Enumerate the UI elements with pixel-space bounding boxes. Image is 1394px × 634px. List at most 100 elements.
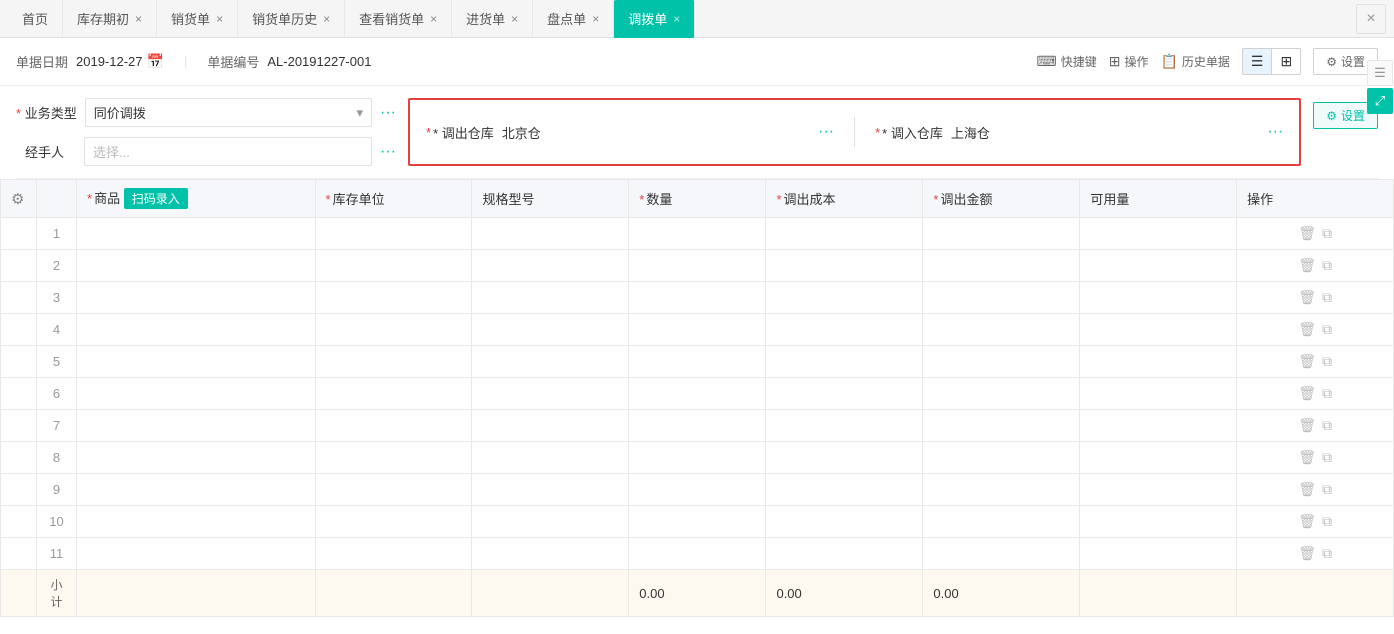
row-2-unit[interactable]	[315, 250, 472, 282]
tab-stock-close[interactable]: ×	[592, 12, 599, 26]
row-10-product[interactable]	[77, 506, 316, 538]
row-2-product[interactable]	[77, 250, 316, 282]
row-8-delete-icon[interactable]: 🗑	[1298, 449, 1316, 466]
row-10-cost[interactable]	[766, 506, 923, 538]
row-3-product[interactable]	[77, 282, 316, 314]
row-2-qty[interactable]	[629, 250, 766, 282]
row-1-delete-icon[interactable]: 🗑	[1298, 225, 1316, 242]
row-10-spec[interactable]	[472, 506, 629, 538]
row-10-unit[interactable]	[315, 506, 472, 538]
row-5-unit[interactable]	[315, 346, 472, 378]
tab-sales-close[interactable]: ×	[216, 12, 223, 26]
row-11-qty[interactable]	[629, 538, 766, 570]
tab-inventory-close[interactable]: ×	[135, 12, 142, 26]
row-10-amount[interactable]	[923, 506, 1080, 538]
tab-purchase-close[interactable]: ×	[511, 12, 518, 26]
tab-transfer[interactable]: 调拨单 ×	[614, 0, 695, 38]
row-9-spec[interactable]	[472, 474, 629, 506]
out-warehouse-more[interactable]: ···	[818, 123, 834, 141]
row-7-cost[interactable]	[766, 410, 923, 442]
row-5-qty[interactable]	[629, 346, 766, 378]
row-6-cost[interactable]	[766, 378, 923, 410]
row-5-copy-icon[interactable]: ⧉	[1322, 353, 1332, 370]
row-3-delete-icon[interactable]: 🗑	[1298, 289, 1316, 306]
row-11-unit[interactable]	[315, 538, 472, 570]
business-type-more[interactable]: ···	[380, 104, 396, 122]
row-7-spec[interactable]	[472, 410, 629, 442]
row-8-unit[interactable]	[315, 442, 472, 474]
row-11-spec[interactable]	[472, 538, 629, 570]
row-5-cost[interactable]	[766, 346, 923, 378]
row-8-qty[interactable]	[629, 442, 766, 474]
row-2-spec[interactable]	[472, 250, 629, 282]
row-1-product[interactable]	[77, 218, 316, 250]
row-1-amount[interactable]	[923, 218, 1080, 250]
row-7-qty[interactable]	[629, 410, 766, 442]
row-4-spec[interactable]	[472, 314, 629, 346]
row-3-cost[interactable]	[766, 282, 923, 314]
row-6-spec[interactable]	[472, 378, 629, 410]
row-2-copy-icon[interactable]: ⧉	[1322, 257, 1332, 274]
tab-purchase[interactable]: 进货单 ×	[452, 0, 533, 38]
tab-view-sales-close[interactable]: ×	[430, 12, 437, 26]
row-8-product[interactable]	[77, 442, 316, 474]
row-9-product[interactable]	[77, 474, 316, 506]
row-6-unit[interactable]	[315, 378, 472, 410]
in-warehouse-more[interactable]: ···	[1267, 123, 1283, 141]
row-9-cost[interactable]	[766, 474, 923, 506]
row-10-qty[interactable]	[629, 506, 766, 538]
row-4-unit[interactable]	[315, 314, 472, 346]
row-7-product[interactable]	[77, 410, 316, 442]
row-4-delete-icon[interactable]: 🗑	[1298, 321, 1316, 338]
tab-sales-order[interactable]: 销货单 ×	[157, 0, 238, 38]
handler-more[interactable]: ···	[380, 143, 396, 161]
table-scroll-area[interactable]: ⚙ *商品 扫码录入 *库存单位 规格型号 *数量 *调出成本 *调出金额 可用…	[0, 179, 1394, 634]
row-11-cost[interactable]	[766, 538, 923, 570]
row-11-delete-icon[interactable]: 🗑	[1298, 545, 1316, 562]
row-5-amount[interactable]	[923, 346, 1080, 378]
row-2-amount[interactable]	[923, 250, 1080, 282]
row-6-amount[interactable]	[923, 378, 1080, 410]
row-5-product[interactable]	[77, 346, 316, 378]
history-button[interactable]: 📋 历史单据	[1160, 53, 1229, 70]
row-2-delete-icon[interactable]: 🗑	[1298, 257, 1316, 274]
shortcut-button[interactable]: ⌨ 快捷键	[1036, 53, 1096, 70]
row-7-unit[interactable]	[315, 410, 472, 442]
row-9-copy-icon[interactable]: ⧉	[1322, 481, 1332, 498]
row-5-spec[interactable]	[472, 346, 629, 378]
row-8-cost[interactable]	[766, 442, 923, 474]
row-10-delete-icon[interactable]: 🗑	[1298, 513, 1316, 530]
row-11-product[interactable]	[77, 538, 316, 570]
grid-view-btn[interactable]: ⊞	[1272, 49, 1300, 74]
row-11-copy-icon[interactable]: ⧉	[1322, 545, 1332, 562]
row-3-unit[interactable]	[315, 282, 472, 314]
row-9-unit[interactable]	[315, 474, 472, 506]
tab-view-sales[interactable]: 查看销货单 ×	[345, 0, 452, 38]
row-1-copy-icon[interactable]: ⧉	[1322, 225, 1332, 242]
row-4-amount[interactable]	[923, 314, 1080, 346]
row-6-qty[interactable]	[629, 378, 766, 410]
row-10-copy-icon[interactable]: ⧉	[1322, 513, 1332, 530]
table-gear-icon[interactable]: ⚙	[11, 191, 24, 208]
row-3-amount[interactable]	[923, 282, 1080, 314]
row-4-cost[interactable]	[766, 314, 923, 346]
row-9-amount[interactable]	[923, 474, 1080, 506]
row-8-spec[interactable]	[472, 442, 629, 474]
row-4-qty[interactable]	[629, 314, 766, 346]
row-8-amount[interactable]	[923, 442, 1080, 474]
row-7-copy-icon[interactable]: ⧉	[1322, 417, 1332, 434]
row-6-delete-icon[interactable]: 🗑	[1298, 385, 1316, 402]
row-1-spec[interactable]	[472, 218, 629, 250]
calendar-icon[interactable]: 📅	[147, 53, 164, 70]
sidebar-list-btn[interactable]: ☰	[1367, 60, 1393, 86]
tab-sales-history-close[interactable]: ×	[323, 12, 330, 26]
row-7-amount[interactable]	[923, 410, 1080, 442]
scan-button[interactable]: 扫码录入	[124, 188, 188, 209]
tab-inventory-init[interactable]: 库存期初 ×	[63, 0, 157, 38]
tab-transfer-close[interactable]: ×	[673, 12, 680, 26]
row-8-copy-icon[interactable]: ⧉	[1322, 449, 1332, 466]
row-7-delete-icon[interactable]: 🗑	[1298, 417, 1316, 434]
tab-stock-count[interactable]: 盘点单 ×	[533, 0, 614, 38]
row-4-copy-icon[interactable]: ⧉	[1322, 321, 1332, 338]
row-1-qty[interactable]	[629, 218, 766, 250]
